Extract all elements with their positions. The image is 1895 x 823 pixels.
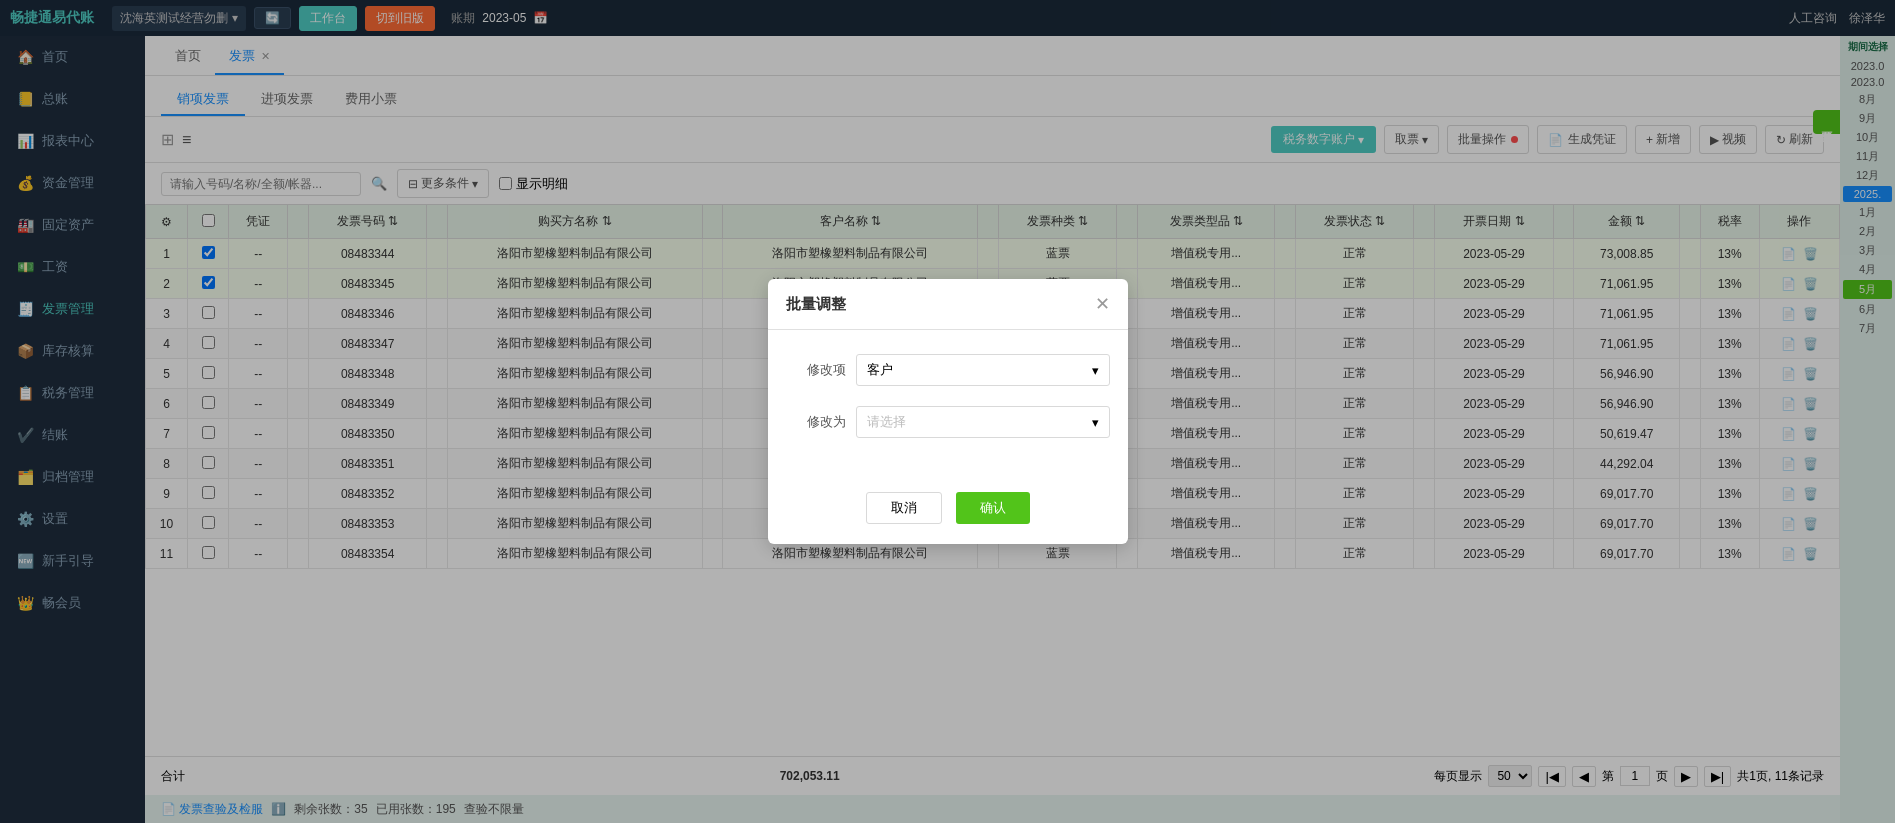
modal-overlay: 批量调整 ✕ 修改项 客户 ▾ 修改为 请选择 ▾ 取消 确认 bbox=[0, 0, 1895, 823]
modal-title: 批量调整 bbox=[786, 295, 846, 314]
chevron-down-icon: ▾ bbox=[1092, 415, 1099, 430]
modal-header: 批量调整 ✕ bbox=[768, 279, 1128, 330]
modal-footer: 取消 确认 bbox=[768, 482, 1128, 544]
chevron-down-icon: ▾ bbox=[1092, 363, 1099, 378]
confirm-button[interactable]: 确认 bbox=[956, 492, 1030, 524]
cancel-button[interactable]: 取消 bbox=[866, 492, 942, 524]
modify-field-row: 修改项 客户 ▾ bbox=[786, 354, 1110, 386]
modify-to-row: 修改为 请选择 ▾ bbox=[786, 406, 1110, 438]
modify-field-value: 客户 bbox=[867, 361, 893, 379]
modify-to-select[interactable]: 请选择 ▾ bbox=[856, 406, 1110, 438]
modify-to-label: 修改为 bbox=[786, 413, 846, 431]
modal-close-btn[interactable]: ✕ bbox=[1095, 293, 1110, 315]
modify-to-placeholder: 请选择 bbox=[867, 413, 906, 431]
batch-adjust-modal: 批量调整 ✕ 修改项 客户 ▾ 修改为 请选择 ▾ 取消 确认 bbox=[768, 279, 1128, 544]
modify-field-select[interactable]: 客户 ▾ bbox=[856, 354, 1110, 386]
modify-field-label: 修改项 bbox=[786, 361, 846, 379]
modal-body: 修改项 客户 ▾ 修改为 请选择 ▾ bbox=[768, 330, 1128, 482]
